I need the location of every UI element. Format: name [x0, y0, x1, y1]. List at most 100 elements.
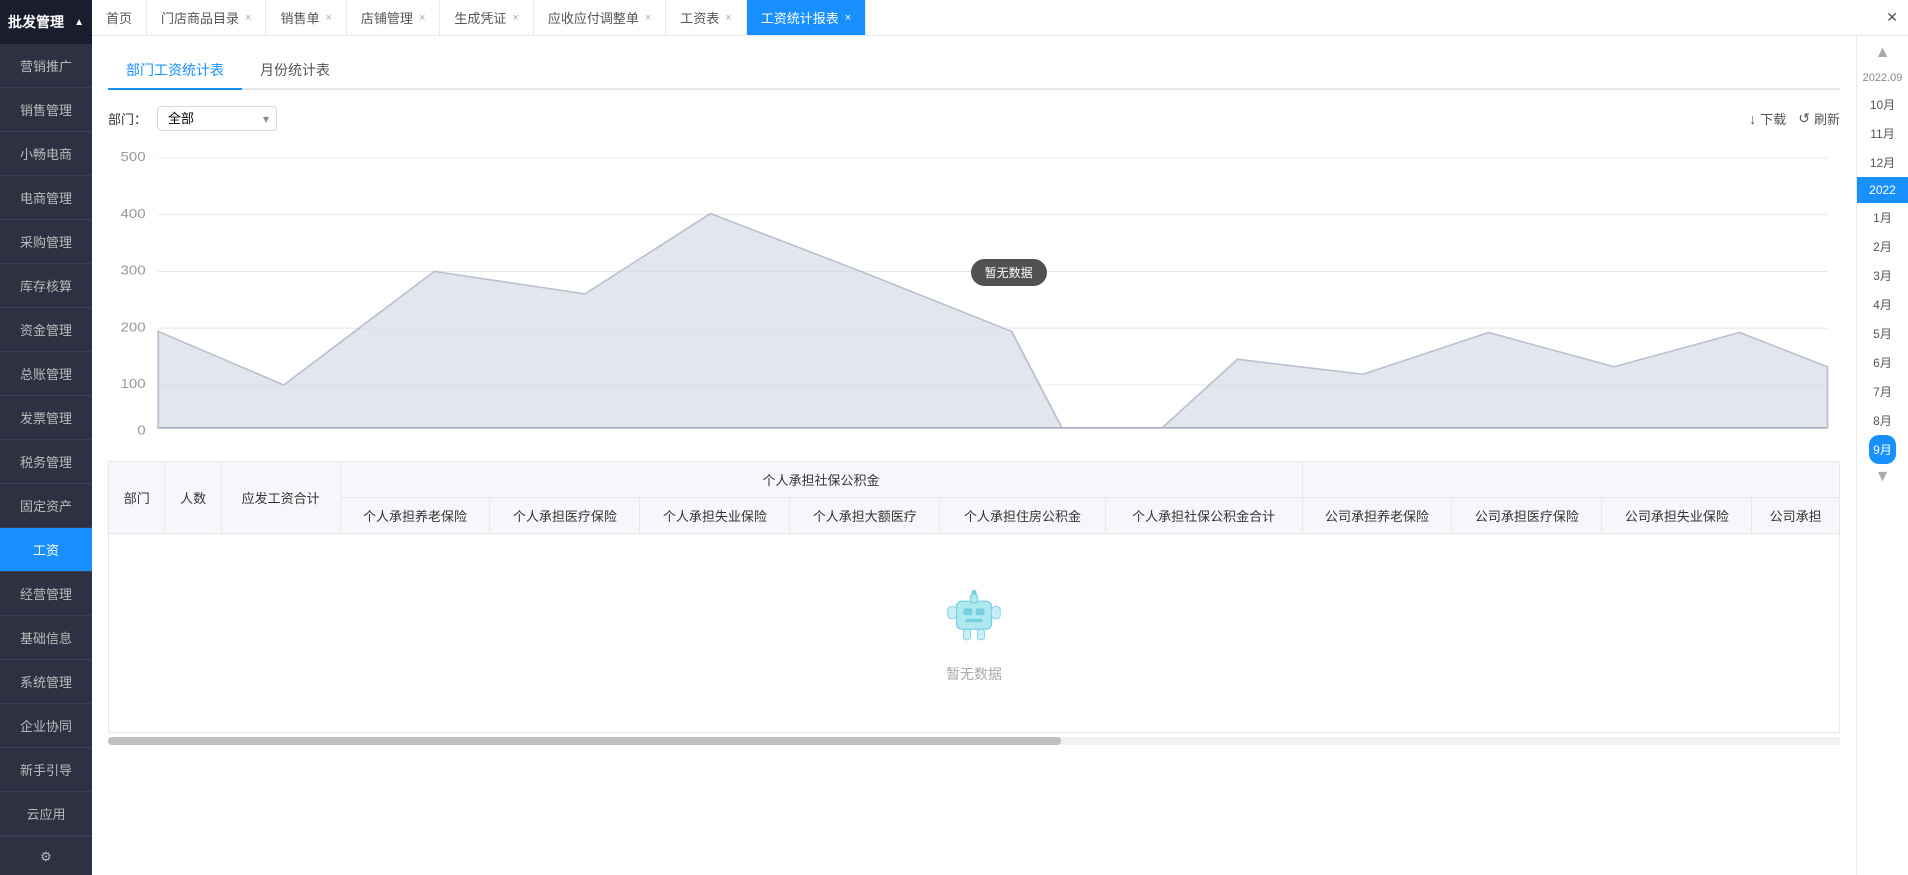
tab-首页[interactable]: 首页: [92, 0, 147, 36]
sidebar-item-库存核算[interactable]: 库存核算: [0, 264, 92, 308]
calendar-month-4月[interactable]: 4月: [1865, 290, 1900, 319]
tab-label: 店铺管理: [361, 8, 413, 27]
sidebar: 批发管理 ▲ 营销推广销售管理小畅电商电商管理采购管理库存核算资金管理总账管理发…: [0, 0, 92, 875]
sidebar-item-小畅电商[interactable]: 小畅电商: [0, 132, 92, 176]
svg-text:200: 200: [121, 319, 146, 334]
tab-销售单[interactable]: 销售单×: [266, 0, 346, 36]
calendar-up-nav[interactable]: ▲: [1871, 40, 1895, 66]
svg-text:400: 400: [121, 206, 146, 221]
calendar-month-3月[interactable]: 3月: [1865, 261, 1900, 290]
sidebar-item-税务管理[interactable]: 税务管理: [0, 440, 92, 484]
table-sub-header: 公司承担失业保险: [1602, 498, 1752, 534]
sidebar-title: 批发管理: [8, 12, 64, 32]
calendar-down-nav[interactable]: ▼: [1871, 464, 1895, 490]
sidebar-item-云应用[interactable]: 云应用: [0, 792, 92, 836]
sidebar-settings[interactable]: ⚙: [0, 836, 92, 875]
tab-close-icon[interactable]: ×: [725, 12, 731, 24]
scrollbar-thumb[interactable]: [108, 737, 1061, 745]
table-header: 人数: [165, 462, 221, 534]
table-header: 部门: [109, 462, 165, 534]
calendar-month-12月[interactable]: 12月: [1866, 148, 1899, 177]
calendar-month-8月[interactable]: 8月: [1865, 406, 1900, 435]
chart-area: 500 400 300 200 100 0: [108, 145, 1840, 445]
sidebar-item-电商管理[interactable]: 电商管理: [0, 176, 92, 220]
tab-label: 工资统计报表: [761, 8, 839, 27]
sidebar-item-总账管理[interactable]: 总账管理: [0, 352, 92, 396]
sidebar-item-系统管理[interactable]: 系统管理: [0, 660, 92, 704]
tab-应收应付调整单[interactable]: 应收应付调整单 ×: [534, 0, 666, 36]
toolbar-left: 部门： 全部: [108, 106, 277, 131]
sidebar-item-发票管理[interactable]: 发票管理: [0, 396, 92, 440]
calendar-month-1月[interactable]: 1月: [1865, 203, 1900, 232]
tab-close-icon[interactable]: ×: [419, 12, 425, 24]
toolbar-right: ↓ 下载 ↺ 刷新: [1749, 109, 1840, 128]
calendar-month-7月[interactable]: 7月: [1865, 377, 1900, 406]
calendar-year-2022[interactable]: 2022: [1857, 177, 1908, 203]
calendar-month-2月[interactable]: 2月: [1865, 232, 1900, 261]
main-area: 首页门店商品目录×销售单×店铺管理×生成凭证×应收应付调整单×工资表×工资统计报…: [92, 0, 1908, 875]
sidebar-item-基础信息[interactable]: 基础信息: [0, 616, 92, 660]
robot-icon: [939, 582, 1009, 652]
table-sub-header: 个人承担大额医疗: [790, 498, 940, 534]
dept-select[interactable]: 全部: [157, 106, 277, 131]
svg-text:100: 100: [121, 376, 146, 391]
calendar-month-5月[interactable]: 5月: [1865, 319, 1900, 348]
content-area: 部门工资统计表月份统计表 部门： 全部 ↓ 下载: [92, 36, 1908, 875]
toolbar: 部门： 全部 ↓ 下载 ↺ 刷新: [108, 106, 1840, 131]
chart-tooltip: 暂无数据: [971, 259, 1047, 286]
table-sub-header: 公司承担医疗保险: [1452, 498, 1602, 534]
tab-label: 门店商品目录: [161, 8, 239, 27]
tab-close-icon[interactable]: ×: [325, 12, 331, 24]
table-sub-header: 个人承担医疗保险: [490, 498, 640, 534]
refresh-button[interactable]: ↺ 刷新: [1798, 109, 1840, 128]
close-all-button[interactable]: ✕: [1886, 9, 1898, 26]
sub-tab-部门工资统计表[interactable]: 部门工资统计表: [108, 52, 242, 90]
tab-门店商品目录[interactable]: 门店商品目录 ×: [147, 0, 266, 36]
tab-工资统计报表[interactable]: 工资统计报表 ×: [747, 0, 866, 36]
calendar-month-11月[interactable]: 11月: [1866, 119, 1899, 148]
sidebar-item-新手引导[interactable]: 新手引导: [0, 748, 92, 792]
table-area: 部门人数应发工资合计个人承担社保公积金 个人承担养老保险个人承担医疗保险个人承担…: [108, 461, 1840, 859]
sidebar-item-营销推广[interactable]: 营销推广: [0, 44, 92, 88]
tab-label: 首页: [106, 8, 132, 27]
table-sub-header: 公司承担: [1752, 498, 1840, 534]
tab-close-icon[interactable]: ×: [645, 12, 651, 24]
tab-close-icon[interactable]: ×: [245, 12, 251, 24]
table-sub-header: 公司承担养老保险: [1302, 498, 1452, 534]
tab-生成凭证[interactable]: 生成凭证×: [440, 0, 533, 36]
sidebar-item-经营管理[interactable]: 经营管理: [0, 572, 92, 616]
dept-select-wrapper: 全部: [157, 106, 277, 131]
sidebar-arrow-icon: ▲: [74, 17, 84, 28]
sidebar-item-采购管理[interactable]: 采购管理: [0, 220, 92, 264]
download-button[interactable]: ↓ 下载: [1749, 109, 1786, 128]
horizontal-scrollbar[interactable]: [108, 737, 1840, 745]
calendar-year-label[interactable]: 2022.09: [1857, 66, 1908, 90]
svg-text:0: 0: [137, 422, 146, 437]
svg-text:500: 500: [121, 149, 146, 164]
calendar-panel: ▲ 2022.09 10月11月12月 2022 1月2月3月4月5月6月7月8…: [1856, 36, 1908, 875]
download-label: 下载: [1760, 109, 1786, 128]
tab-close-icon[interactable]: ×: [512, 12, 518, 24]
sidebar-item-销售管理[interactable]: 销售管理: [0, 88, 92, 132]
tab-close-icon[interactable]: ×: [845, 12, 851, 24]
sidebar-item-工资[interactable]: 工资: [0, 528, 92, 572]
sidebar-header[interactable]: 批发管理 ▲: [0, 0, 92, 44]
calendar-month-6月[interactable]: 6月: [1865, 348, 1900, 377]
refresh-icon: ↺: [1798, 110, 1810, 127]
calendar-month-9月[interactable]: 9月: [1869, 435, 1896, 464]
tab-工资表[interactable]: 工资表×: [666, 0, 746, 36]
refresh-label: 刷新: [1814, 109, 1840, 128]
sidebar-item-企业协同[interactable]: 企业协同: [0, 704, 92, 748]
empty-state: 暂无数据: [119, 542, 1829, 724]
dept-label: 部门：: [108, 109, 147, 128]
data-table: 部门人数应发工资合计个人承担社保公积金 个人承担养老保险个人承担医疗保险个人承担…: [108, 461, 1840, 733]
sidebar-item-资金管理[interactable]: 资金管理: [0, 308, 92, 352]
svg-text:300: 300: [121, 263, 146, 278]
tab-店铺管理[interactable]: 店铺管理 ×: [347, 0, 440, 36]
sub-tab-月份统计表[interactable]: 月份统计表: [242, 52, 348, 90]
sidebar-item-固定资产[interactable]: 固定资产: [0, 484, 92, 528]
empty-text: 暂无数据: [946, 664, 1002, 684]
page-body: 部门工资统计表月份统计表 部门： 全部 ↓ 下载: [92, 36, 1856, 875]
calendar-month-10月[interactable]: 10月: [1866, 90, 1899, 119]
tab-label: 应收应付调整单: [548, 8, 639, 27]
